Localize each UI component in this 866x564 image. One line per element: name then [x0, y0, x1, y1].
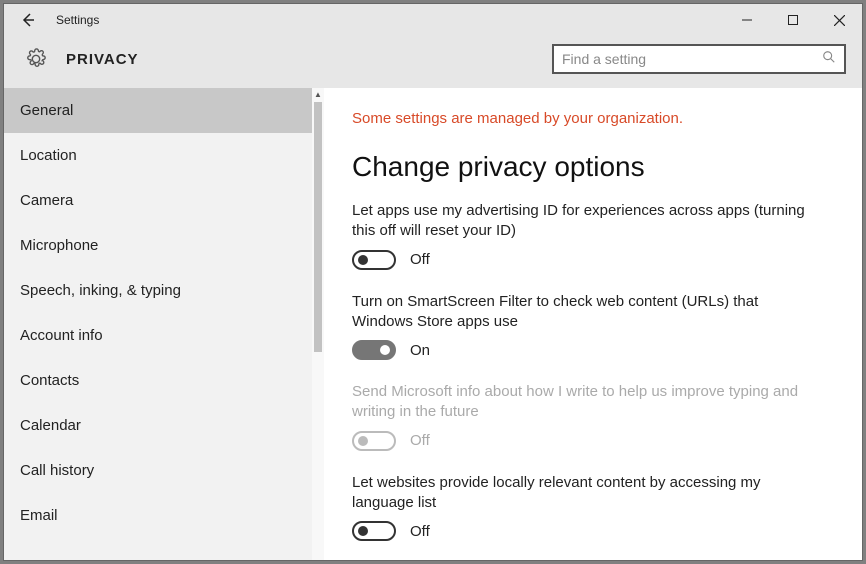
content-panel: Some settings are managed by your organi… — [324, 88, 862, 560]
sidebar-item-location[interactable]: Location — [4, 133, 324, 178]
sidebar-item-camera[interactable]: Camera — [4, 178, 324, 223]
sidebar-item-speech-inking-typing[interactable]: Speech, inking, & typing — [4, 268, 324, 313]
back-button[interactable] — [4, 4, 52, 36]
search-icon — [822, 50, 836, 69]
toggle-row: Off — [352, 431, 834, 451]
sidebar-item-label: Email — [20, 507, 58, 524]
setting-1: Turn on SmartScreen Filter to check web … — [352, 292, 834, 361]
sidebar-item-call-history[interactable]: Call history — [4, 448, 324, 493]
setting-0: Let apps use my advertising ID for exper… — [352, 201, 834, 270]
toggle-knob-icon — [358, 436, 368, 446]
minimize-button[interactable] — [724, 4, 770, 36]
sidebar-item-label: Microphone — [20, 237, 98, 254]
setting-2: Send Microsoft info about how I write to… — [352, 382, 834, 451]
toggle-switch[interactable] — [352, 340, 396, 360]
sidebar-item-label: Camera — [20, 192, 73, 209]
setting-description: Let websites provide locally relevant co… — [352, 473, 812, 514]
back-arrow-icon — [20, 12, 36, 28]
settings-window: Settings PRIVACY Find a setting — [3, 3, 863, 561]
sidebar-item-label: General — [20, 102, 73, 119]
toggle-state-label: Off — [410, 523, 430, 540]
toggle-row: Off — [352, 250, 834, 270]
close-icon — [834, 15, 845, 26]
toggle-knob-icon — [358, 255, 368, 265]
setting-description: Send Microsoft info about how I write to… — [352, 382, 812, 423]
toggle-state-label: Off — [410, 432, 430, 449]
toggle-switch[interactable] — [352, 521, 396, 541]
page-title: PRIVACY — [66, 51, 552, 68]
sidebar-item-calendar[interactable]: Calendar — [4, 403, 324, 448]
search-input[interactable]: Find a setting — [552, 44, 846, 74]
toggle-switch[interactable] — [352, 250, 396, 270]
sidebar: General Location Camera Microphone Speech, i… — [4, 88, 324, 560]
sidebar-item-general[interactable]: General — [4, 88, 324, 133]
search-placeholder: Find a setting — [562, 51, 822, 67]
chevron-up-icon[interactable]: ▲ — [312, 88, 324, 100]
toggle-state-label: Off — [410, 251, 430, 268]
toggle-state-label: On — [410, 342, 430, 359]
sidebar-item-label: Speech, inking, & typing — [20, 282, 181, 299]
sidebar-scrollbar[interactable]: ▲ — [312, 88, 324, 560]
sidebar-item-microphone[interactable]: Microphone — [4, 223, 324, 268]
privacy-settings-icon — [20, 48, 52, 70]
scrollbar-thumb[interactable] — [314, 102, 322, 352]
sidebar-item-label: Calendar — [20, 417, 81, 434]
toggle-knob-icon — [380, 345, 390, 355]
setting-description: Turn on SmartScreen Filter to check web … — [352, 292, 812, 333]
organization-notice: Some settings are managed by your organi… — [352, 110, 834, 127]
maximize-icon — [788, 15, 798, 25]
minimize-icon — [742, 15, 752, 25]
close-button[interactable] — [816, 4, 862, 36]
sidebar-item-label: Call history — [20, 462, 94, 479]
sidebar-item-label: Contacts — [20, 372, 79, 389]
toggle-switch — [352, 431, 396, 451]
sidebar-item-contacts[interactable]: Contacts — [4, 358, 324, 403]
maximize-button[interactable] — [770, 4, 816, 36]
toggle-row: Off — [352, 521, 834, 541]
setting-description: Let apps use my advertising ID for exper… — [352, 201, 812, 242]
sidebar-item-label: Location — [20, 147, 77, 164]
body: General Location Camera Microphone Speech, i… — [4, 88, 862, 560]
content-heading: Change privacy options — [352, 151, 834, 183]
sidebar-item-account-info[interactable]: Account info — [4, 313, 324, 358]
gear-icon — [25, 48, 47, 70]
setting-3: Let websites provide locally relevant co… — [352, 473, 834, 542]
titlebar: Settings — [4, 4, 862, 36]
section-header: PRIVACY Find a setting — [4, 36, 862, 88]
sidebar-item-label: Account info — [20, 327, 103, 344]
toggle-knob-icon — [358, 526, 368, 536]
toggle-row: On — [352, 340, 834, 360]
window-title: Settings — [52, 4, 724, 36]
sidebar-item-email[interactable]: Email — [4, 493, 324, 538]
